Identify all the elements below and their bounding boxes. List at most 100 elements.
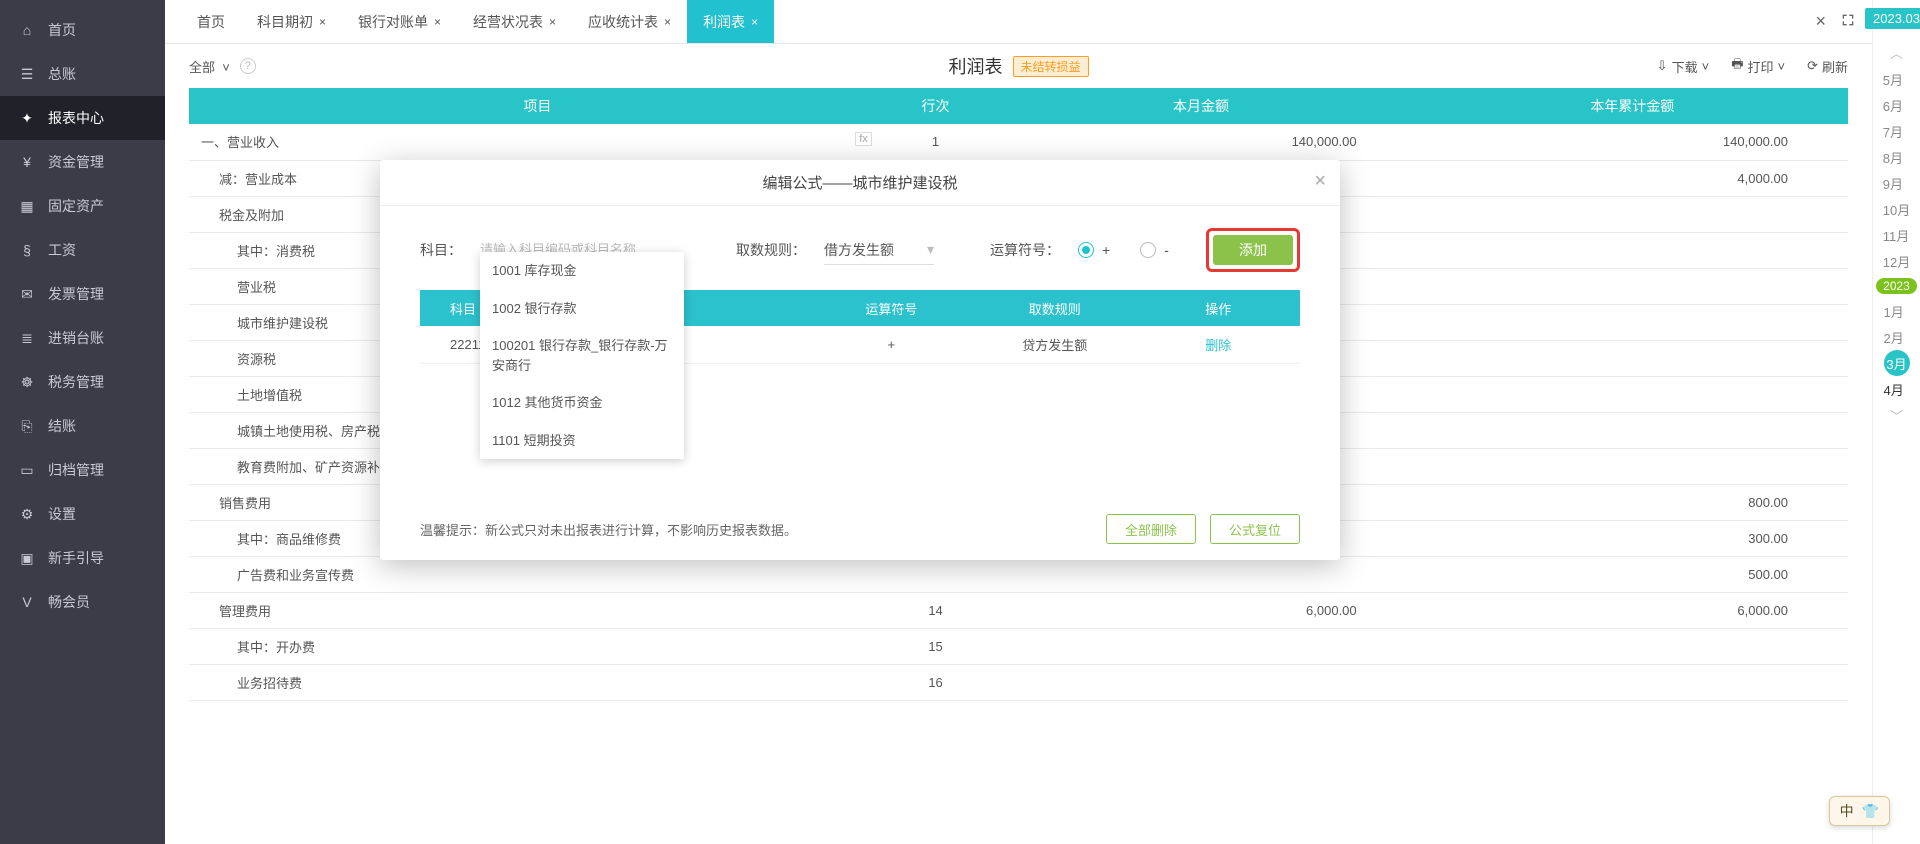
col-year: 本年累计金额 <box>1417 88 1848 124</box>
month-3月[interactable]: 3月 <box>1884 350 1910 376</box>
ime-indicator[interactable]: 中 👕 <box>1829 796 1890 826</box>
clear-all-button[interactable]: 全部删除 <box>1106 514 1196 544</box>
sidebar-item-inventory[interactable]: ≣进销台账 <box>0 316 165 360</box>
vip-icon: V <box>18 594 36 610</box>
toolbar: 全部 ˅ ? 利润表 未结转损益 ⇩ 下载 ˅ 🖶 打印 ˅ ⟳ 刷新 <box>165 44 1872 88</box>
period-tag[interactable]: 2023.03 <box>1865 8 1920 29</box>
month-8月[interactable]: 8月 <box>1883 144 1910 170</box>
close-window-icon[interactable]: × <box>1815 11 1826 32</box>
sidebar-item-home[interactable]: ⌂首页 <box>0 8 165 52</box>
table-row: 业务招待费16 <box>189 664 1848 700</box>
radio-plus[interactable]: + <box>1078 242 1110 258</box>
refresh-button[interactable]: ⟳ 刷新 <box>1807 55 1848 77</box>
sidebar-item-fixed-assets[interactable]: ▦固定资产 <box>0 184 165 228</box>
page-title: 利润表 <box>948 53 1002 79</box>
salary-icon: § <box>18 242 36 258</box>
print-button[interactable]: 🖶 打印 ˅ <box>1731 55 1785 77</box>
year-pill[interactable]: 2023 <box>1876 278 1917 294</box>
month-1月[interactable]: 1月 <box>1884 298 1910 324</box>
ledger-icon: ☰ <box>18 66 36 83</box>
subject-label: 科目： <box>420 240 462 260</box>
sidebar-item-tax[interactable]: ☸税务管理 <box>0 360 165 404</box>
radio-minus[interactable]: - <box>1140 242 1169 258</box>
modal-tip: 温馨提示：新公式只对未出报表进行计算，不影响历史报表数据。 <box>420 520 797 539</box>
subject-option[interactable]: 1101 短期投资 <box>480 422 684 460</box>
subject-dropdown: 1001 库存现金1002 银行存款100201 银行存款_银行存款-万安商行1… <box>480 252 684 459</box>
fixed-assets-icon: ▦ <box>18 198 36 215</box>
month-9月[interactable]: 9月 <box>1883 170 1910 196</box>
grid-col-action: 操作 <box>1137 299 1300 318</box>
month-12月[interactable]: 12月 <box>1883 248 1910 274</box>
tab-close-icon[interactable]: × <box>549 15 556 29</box>
reports-icon: ✦ <box>18 110 36 127</box>
sidebar-item-reports[interactable]: ✦报表中心 <box>0 96 165 140</box>
add-button[interactable]: 添加 <box>1213 235 1293 265</box>
sidebar: ⌂首页☰总账✦报表中心¥资金管理▦固定资产§工资✉发票管理≣进销台账☸税务管理⎘… <box>0 0 165 844</box>
month-7月[interactable]: 7月 <box>1883 118 1910 144</box>
sidebar-item-archive[interactable]: ▭归档管理 <box>0 448 165 492</box>
col-line: 行次 <box>886 88 986 124</box>
tab-科目期初[interactable]: 科目期初× <box>241 0 342 43</box>
tab-close-icon[interactable]: × <box>664 15 671 29</box>
subject-option[interactable]: 100201 银行存款_银行存款-万安商行 <box>480 327 684 384</box>
download-button[interactable]: ⇩ 下载 ˅ <box>1657 55 1710 77</box>
month-5月[interactable]: 5月 <box>1883 66 1910 92</box>
inventory-icon: ≣ <box>18 330 36 347</box>
sidebar-item-vip[interactable]: V畅会员 <box>0 580 165 624</box>
modal-title: 编辑公式——城市维护建设税 <box>762 172 957 193</box>
grid-col-rule: 取数规则 <box>973 299 1136 318</box>
subject-option[interactable]: 1002 银行存款 <box>480 290 684 328</box>
delete-link[interactable]: 删除 <box>1205 338 1231 353</box>
subject-option[interactable]: 1001 库存现金 <box>480 252 684 290</box>
month-11月[interactable]: 11月 <box>1883 222 1910 248</box>
grid-col-op: 运算符号 <box>810 299 973 318</box>
tab-银行对账单[interactable]: 银行对账单× <box>342 0 457 43</box>
funds-icon: ¥ <box>18 154 36 170</box>
table-row: 广告费和业务宣传费500.00 <box>189 556 1848 592</box>
filter-all[interactable]: 全部 ˅ <box>189 57 230 76</box>
tab-close-icon[interactable]: × <box>434 15 441 29</box>
month-2月[interactable]: 2月 <box>1884 324 1910 350</box>
help-icon[interactable]: ? <box>240 58 256 74</box>
sidebar-item-salary[interactable]: §工资 <box>0 228 165 272</box>
tab-经营状况表[interactable]: 经营状况表× <box>457 0 572 43</box>
reset-formula-button[interactable]: 公式复位 <box>1210 514 1300 544</box>
tab-首页[interactable]: 首页 <box>181 0 241 43</box>
close-icon[interactable]: × <box>1314 170 1326 193</box>
table-row: 管理费用146,000.006,000.00 <box>189 592 1848 628</box>
operator-label: 运算符号： <box>990 240 1060 260</box>
tab-应收统计表[interactable]: 应收统计表× <box>572 0 687 43</box>
table-row: 其中：开办费15 <box>189 628 1848 664</box>
table-row: 一、营业收入fx1140,000.00140,000.00 <box>189 124 1848 160</box>
month-4月[interactable]: 4月 <box>1884 376 1910 402</box>
chevron-up-icon[interactable]: ︿ <box>1890 43 1903 62</box>
month-6月[interactable]: 6月 <box>1883 92 1910 118</box>
guide-icon: ▣ <box>18 550 36 567</box>
close-icon: ⎘ <box>18 418 36 435</box>
fullscreen-icon[interactable] <box>1840 12 1856 31</box>
sidebar-item-invoice[interactable]: ✉发票管理 <box>0 272 165 316</box>
month-10月[interactable]: 10月 <box>1883 196 1910 222</box>
status-badge: 未结转损益 <box>1012 56 1088 77</box>
cell-rule: 贷方发生额 <box>973 335 1136 354</box>
rule-select[interactable]: 借方发生额▾ <box>824 235 934 265</box>
shirt-icon: 👕 <box>1862 803 1879 820</box>
tab-bar: 首页科目期初×银行对账单×经营状况表×应收统计表×利润表× × <box>165 0 1872 44</box>
sidebar-item-ledger[interactable]: ☰总账 <box>0 52 165 96</box>
col-month: 本月金额 <box>985 88 1416 124</box>
sidebar-item-settings[interactable]: ⚙设置 <box>0 492 165 536</box>
tab-利润表[interactable]: 利润表× <box>687 0 774 43</box>
tab-close-icon[interactable]: × <box>751 15 758 29</box>
fx-icon[interactable]: fx <box>855 132 872 146</box>
sidebar-item-funds[interactable]: ¥资金管理 <box>0 140 165 184</box>
subject-option[interactable]: 1012 其他货币资金 <box>480 384 684 422</box>
settings-icon: ⚙ <box>18 506 36 523</box>
sidebar-item-close[interactable]: ⎘结账 <box>0 404 165 448</box>
home-icon: ⌂ <box>18 22 36 38</box>
sidebar-item-guide[interactable]: ▣新手引导 <box>0 536 165 580</box>
chevron-down-icon[interactable]: ﹀ <box>1890 406 1903 425</box>
col-project: 项目 <box>189 88 886 124</box>
archive-icon: ▭ <box>18 462 36 479</box>
tab-close-icon[interactable]: × <box>319 15 326 29</box>
cell-op: + <box>810 337 973 352</box>
